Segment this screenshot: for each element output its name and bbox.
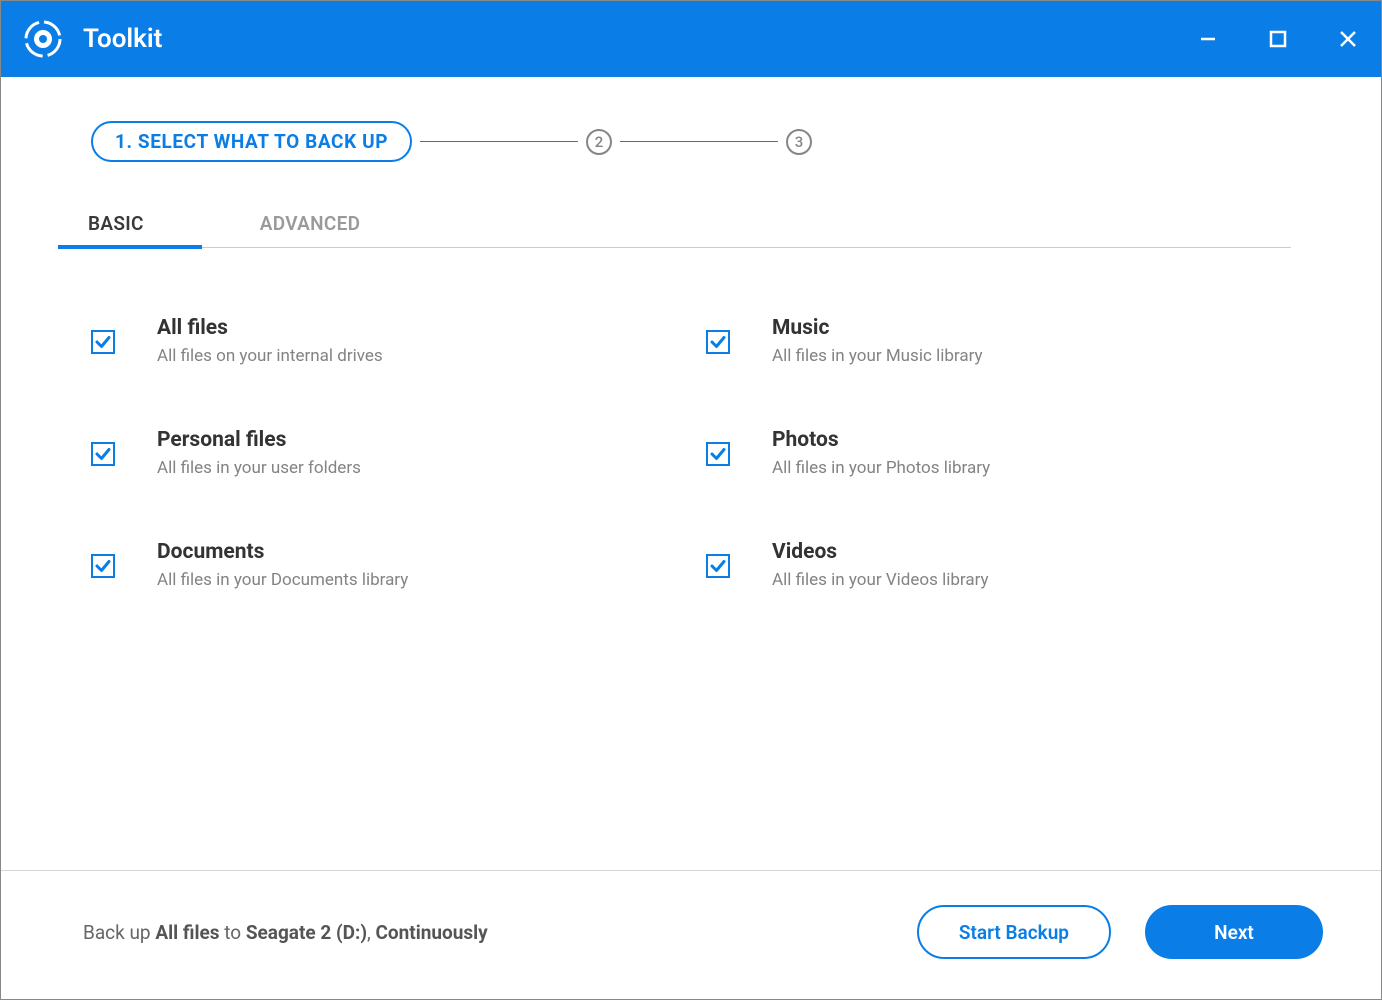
option-videos: Videos All files in your Videos library bbox=[706, 540, 1291, 590]
option-title: Documents bbox=[157, 540, 408, 564]
window-controls bbox=[1197, 28, 1359, 50]
option-title: Photos bbox=[772, 428, 990, 452]
option-text: Personal files All files in your user fol… bbox=[157, 428, 361, 478]
option-desc: All files in your Photos library bbox=[772, 458, 990, 478]
maximize-button[interactable] bbox=[1267, 28, 1289, 50]
option-title: All files bbox=[157, 316, 383, 340]
option-title: Personal files bbox=[157, 428, 361, 452]
option-text: Photos All files in your Photos library bbox=[772, 428, 990, 478]
titlebar-left: Toolkit bbox=[23, 19, 162, 59]
step-2-circle[interactable]: 2 bbox=[586, 129, 612, 155]
option-desc: All files in your Videos library bbox=[772, 570, 989, 590]
checkbox-documents[interactable] bbox=[91, 554, 115, 578]
app-window: Toolkit 1. SELECT WHAT TO BACK UP 2 3 BA… bbox=[0, 0, 1382, 1000]
option-text: Videos All files in your Videos library bbox=[772, 540, 989, 590]
checkbox-personal-files[interactable] bbox=[91, 442, 115, 466]
summary-selection: All files bbox=[155, 921, 219, 944]
option-desc: All files in your Music library bbox=[772, 346, 983, 366]
app-title: Toolkit bbox=[83, 24, 162, 54]
minimize-button[interactable] bbox=[1197, 28, 1219, 50]
backup-summary: Back up All files to Seagate 2 (D:), Con… bbox=[83, 921, 488, 944]
options-grid: All files All files on your internal driv… bbox=[91, 316, 1291, 590]
app-logo-icon bbox=[23, 19, 63, 59]
stepper: 1. SELECT WHAT TO BACK UP 2 3 bbox=[91, 121, 1291, 162]
close-button[interactable] bbox=[1337, 28, 1359, 50]
checkbox-photos[interactable] bbox=[706, 442, 730, 466]
option-text: All files All files on your internal driv… bbox=[157, 316, 383, 366]
step-line bbox=[420, 141, 578, 143]
step-3-circle[interactable]: 3 bbox=[786, 129, 812, 155]
start-backup-button[interactable]: Start Backup bbox=[917, 905, 1111, 959]
option-desc: All files in your user folders bbox=[157, 458, 361, 478]
summary-prefix: Back up bbox=[83, 921, 155, 944]
option-music: Music All files in your Music library bbox=[706, 316, 1291, 366]
option-text: Documents All files in your Documents lib… bbox=[157, 540, 408, 590]
tabs: BASIC ADVANCED bbox=[88, 212, 1291, 248]
option-title: Videos bbox=[772, 540, 989, 564]
option-text: Music All files in your Music library bbox=[772, 316, 983, 366]
option-personal-files: Personal files All files in your user fol… bbox=[91, 428, 676, 478]
option-title: Music bbox=[772, 316, 983, 340]
option-all-files: All files All files on your internal driv… bbox=[91, 316, 676, 366]
step-1-active: 1. SELECT WHAT TO BACK UP bbox=[91, 121, 412, 162]
tab-basic[interactable]: BASIC bbox=[88, 212, 144, 247]
tab-advanced[interactable]: ADVANCED bbox=[260, 212, 361, 247]
option-desc: All files on your internal drives bbox=[157, 346, 383, 366]
titlebar: Toolkit bbox=[1, 1, 1381, 77]
option-photos: Photos All files in your Photos library bbox=[706, 428, 1291, 478]
next-button[interactable]: Next bbox=[1145, 905, 1323, 959]
step-line bbox=[620, 141, 778, 143]
option-documents: Documents All files in your Documents lib… bbox=[91, 540, 676, 590]
footer: Back up All files to Seagate 2 (D:), Con… bbox=[1, 870, 1381, 999]
summary-to: to bbox=[220, 921, 246, 944]
checkbox-videos[interactable] bbox=[706, 554, 730, 578]
main-content: 1. SELECT WHAT TO BACK UP 2 3 BASIC ADVA… bbox=[1, 77, 1381, 870]
checkbox-all-files[interactable] bbox=[91, 330, 115, 354]
summary-dest: Seagate 2 (D:) bbox=[246, 921, 367, 944]
option-desc: All files in your Documents library bbox=[157, 570, 408, 590]
checkbox-music[interactable] bbox=[706, 330, 730, 354]
summary-mode: Continuously bbox=[375, 921, 487, 944]
